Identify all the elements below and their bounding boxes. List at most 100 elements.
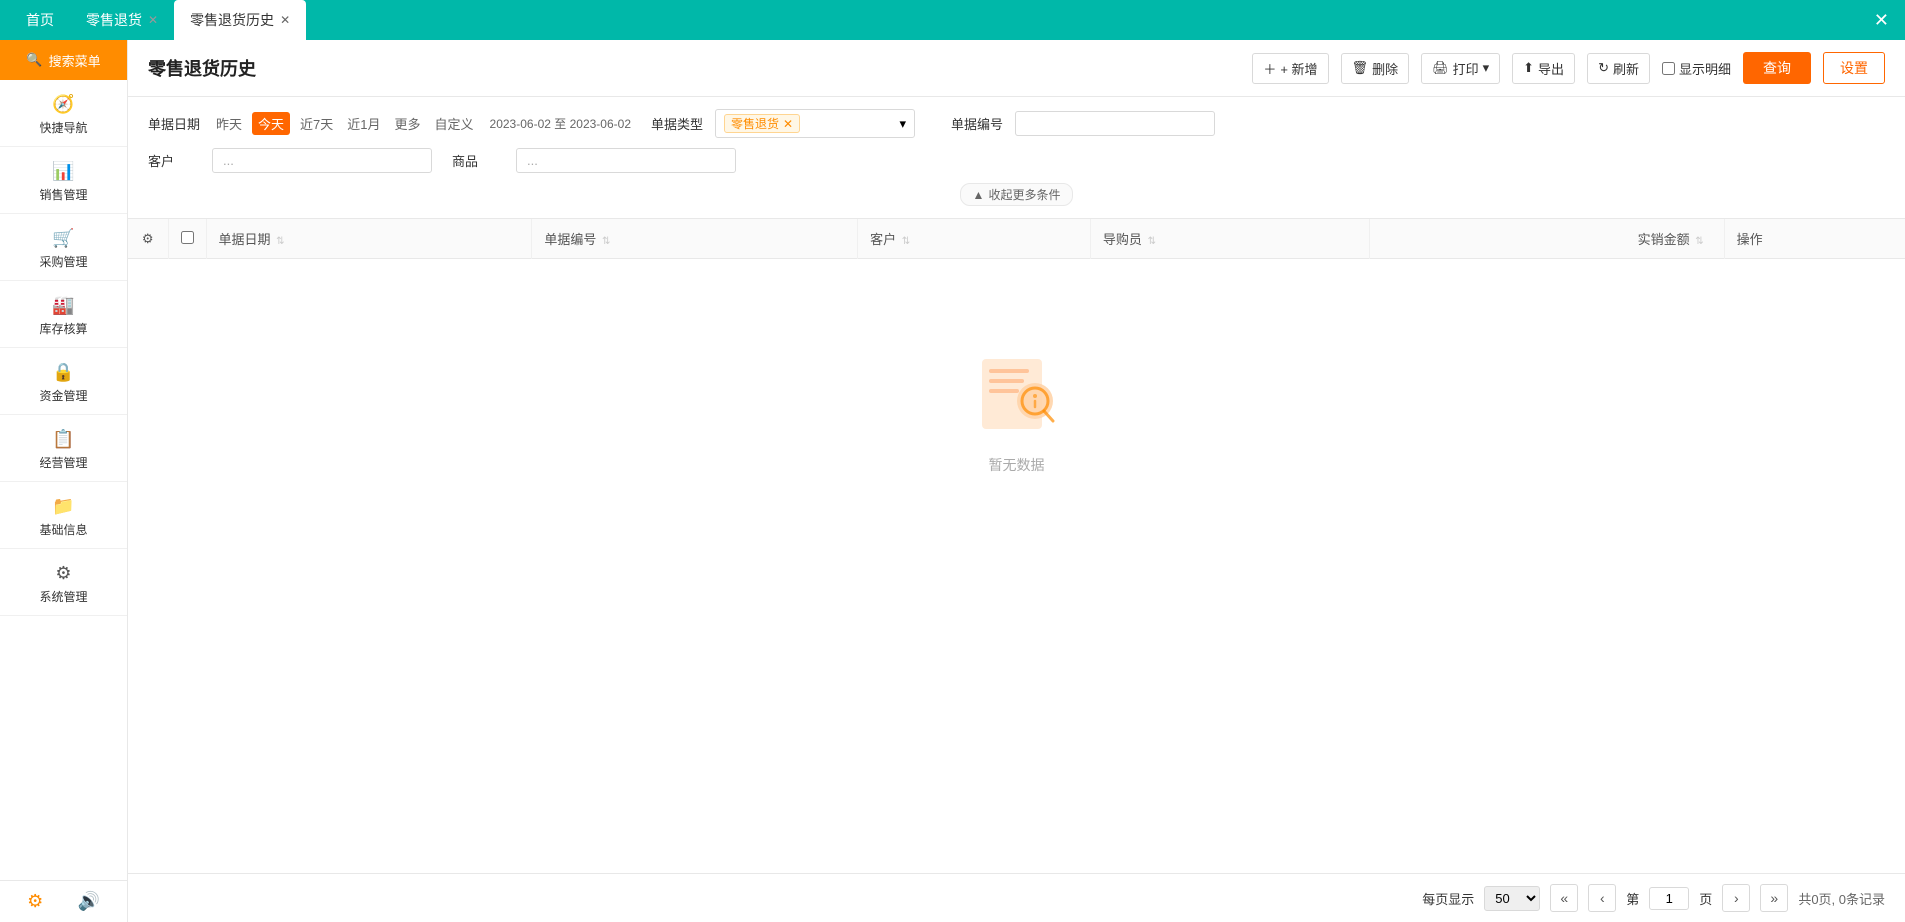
new-button[interactable]: ＋ + 新增 — [1252, 53, 1328, 84]
show-detail-checkbox[interactable] — [1662, 62, 1675, 75]
th-customer[interactable]: 客户 ⇅ — [858, 219, 1091, 259]
sidebar-item-system-mgmt-label: 系统管理 — [39, 588, 87, 605]
sidebar-item-purchase-mgmt-label: 采购管理 — [39, 253, 87, 270]
page-title: 零售退货历史 — [148, 55, 256, 81]
sidebar-item-finance-mgmt[interactable]: 🔒 资金管理 — [0, 348, 127, 415]
top-bar: 首页 零售退货 ✕ 零售退货历史 ✕ ✕ — [0, 0, 1905, 40]
th-operation: 操作 — [1724, 219, 1905, 259]
prev-page-button[interactable]: ‹ — [1588, 884, 1616, 912]
th-doc-number[interactable]: 单据编号 ⇅ — [532, 219, 858, 259]
sidebar-item-purchase-mgmt[interactable]: 🛒 采购管理 — [0, 214, 127, 281]
table-empty-cell: 暂无数据 — [128, 259, 1905, 536]
sidebar-search-label: 搜索菜单 — [49, 51, 101, 70]
per-page-label: 每页显示 — [1422, 889, 1474, 908]
sidebar-item-operation-mgmt[interactable]: 📋 经营管理 — [0, 415, 127, 482]
customer-select[interactable]: ... — [212, 148, 432, 173]
th-doc-date[interactable]: 单据日期 ⇅ — [206, 219, 532, 259]
th-guide[interactable]: 导购员 ⇅ — [1090, 219, 1369, 259]
tab-retail-return-history-close[interactable]: ✕ — [280, 13, 290, 27]
sidebar-item-inventory-calc[interactable]: 🏭 库存核算 — [0, 281, 127, 348]
setting-label: 设置 — [1840, 60, 1868, 76]
table-body: 暂无数据 — [128, 259, 1905, 536]
query-button[interactable]: 查询 — [1743, 52, 1811, 84]
export-button[interactable]: ⬆ 导出 — [1512, 53, 1575, 84]
refresh-icon: ↻ — [1598, 60, 1609, 76]
tab-retail-return-history-label: 零售退货历史 — [190, 10, 274, 30]
per-page-select[interactable]: 20 50 100 200 — [1484, 886, 1540, 911]
refresh-label: 刷新 — [1613, 59, 1639, 78]
sidebar-item-quick-nav[interactable]: 🧭 快捷导航 — [0, 80, 127, 147]
tab-retail-return-close[interactable]: ✕ — [148, 13, 158, 27]
customer-placeholder: ... — [223, 153, 234, 168]
select-all-checkbox[interactable] — [181, 231, 194, 244]
tab-retail-return-history[interactable]: 零售退货历史 ✕ — [174, 0, 306, 40]
print-chevron-icon: ▾ — [1483, 60, 1490, 76]
query-label: 查询 — [1763, 60, 1791, 76]
doc-type-tag-close[interactable]: ✕ — [783, 117, 793, 131]
next-page-button[interactable]: › — [1722, 884, 1750, 912]
show-detail-label: 显示明细 — [1679, 59, 1731, 78]
date-opt-custom[interactable]: 自定义 — [431, 112, 478, 135]
print-label: 打印 — [1453, 59, 1479, 78]
sidebar-item-sales-mgmt-label: 销售管理 — [39, 186, 87, 203]
page-input[interactable] — [1649, 887, 1689, 910]
sidebar-speaker-icon[interactable]: 🔊 — [77, 891, 99, 912]
date-opt-yesterday[interactable]: 昨天 — [212, 112, 246, 135]
page-label: 第 — [1626, 889, 1639, 908]
doc-number-input[interactable] — [1015, 111, 1215, 136]
basic-info-icon: 📁 — [52, 496, 74, 517]
th-amount[interactable]: 实销金额 ⇅ — [1370, 219, 1724, 259]
tab-home[interactable]: 首页 — [10, 0, 70, 40]
th-customer-label: 客户 — [870, 232, 896, 247]
date-opt-more[interactable]: 更多 — [391, 112, 425, 135]
sidebar-item-system-mgmt[interactable]: ⚙ 系统管理 — [0, 549, 127, 616]
date-opt-last-month[interactable]: 近1月 — [343, 112, 384, 135]
page-header: 零售退货历史 ＋ + 新增 🗑 删除 🖨 打印 ▾ — [128, 40, 1905, 97]
doc-type-select[interactable]: 零售退货 ✕ ▾ — [715, 109, 915, 138]
th-settings[interactable]: ⚙ — [128, 219, 168, 259]
quick-nav-icon: 🧭 — [52, 94, 74, 115]
operation-mgmt-icon: 📋 — [52, 429, 74, 450]
sidebar-item-sales-mgmt[interactable]: 📊 销售管理 — [0, 147, 127, 214]
delete-label: 删除 — [1372, 59, 1398, 78]
sidebar-item-basic-info[interactable]: 📁 基础信息 — [0, 482, 127, 549]
sidebar-search[interactable]: 🔍 搜索菜单 — [0, 40, 127, 80]
th-amount-sort-icon: ⇅ — [1695, 236, 1703, 247]
finance-mgmt-icon: 🔒 — [52, 362, 74, 383]
th-checkbox[interactable] — [168, 219, 206, 259]
doc-type-label: 单据类型 — [651, 114, 707, 133]
sidebar-bottom: ⚙ 🔊 — [0, 880, 127, 922]
goods-placeholder: ... — [527, 153, 538, 168]
print-icon: 🖨 — [1432, 60, 1449, 76]
empty-icon — [967, 339, 1067, 439]
new-icon: ＋ — [1263, 59, 1276, 78]
collapse-button[interactable]: ▲ 收起更多条件 — [960, 183, 1074, 206]
goods-select[interactable]: ... — [516, 148, 736, 173]
sidebar-item-inventory-calc-label: 库存核算 — [39, 320, 87, 337]
date-range-display: 2023-06-02 至 2023-06-02 — [490, 115, 631, 132]
print-button[interactable]: 🖨 打印 ▾ — [1421, 53, 1500, 84]
first-page-button[interactable]: « — [1550, 884, 1578, 912]
date-options: 昨天 今天 近7天 近1月 更多 自定义 — [212, 112, 478, 135]
date-from: 2023-06-02 — [490, 117, 551, 131]
filter-doc-number: 单据编号 — [951, 111, 1231, 136]
doc-type-tag: 零售退货 ✕ — [724, 114, 800, 133]
tab-retail-return[interactable]: 零售退货 ✕ — [70, 0, 174, 40]
setting-button[interactable]: 设置 — [1823, 52, 1885, 84]
date-to: 2023-06-02 — [570, 117, 631, 131]
main-layout: 🔍 搜索菜单 🧭 快捷导航 📊 销售管理 🛒 采购管理 🏭 库存核算 🔒 资金管… — [0, 40, 1905, 922]
tab-home-label: 首页 — [26, 10, 54, 30]
th-customer-sort-icon: ⇅ — [902, 236, 910, 247]
sidebar-item-quick-nav-label: 快捷导航 — [39, 119, 87, 136]
customer-label: 客户 — [148, 151, 204, 170]
date-opt-today[interactable]: 今天 — [252, 112, 290, 135]
delete-button[interactable]: 🗑 删除 — [1341, 53, 1410, 84]
last-page-button[interactable]: » — [1760, 884, 1788, 912]
doc-number-label: 单据编号 — [951, 114, 1007, 133]
window-close-icon[interactable]: ✕ — [1874, 10, 1889, 31]
date-opt-last7[interactable]: 近7天 — [296, 112, 337, 135]
date-filter-label: 单据日期 — [148, 114, 204, 133]
sidebar-settings-icon[interactable]: ⚙ — [27, 891, 43, 912]
export-icon: ⬆ — [1523, 60, 1534, 76]
refresh-button[interactable]: ↻ 刷新 — [1587, 53, 1650, 84]
